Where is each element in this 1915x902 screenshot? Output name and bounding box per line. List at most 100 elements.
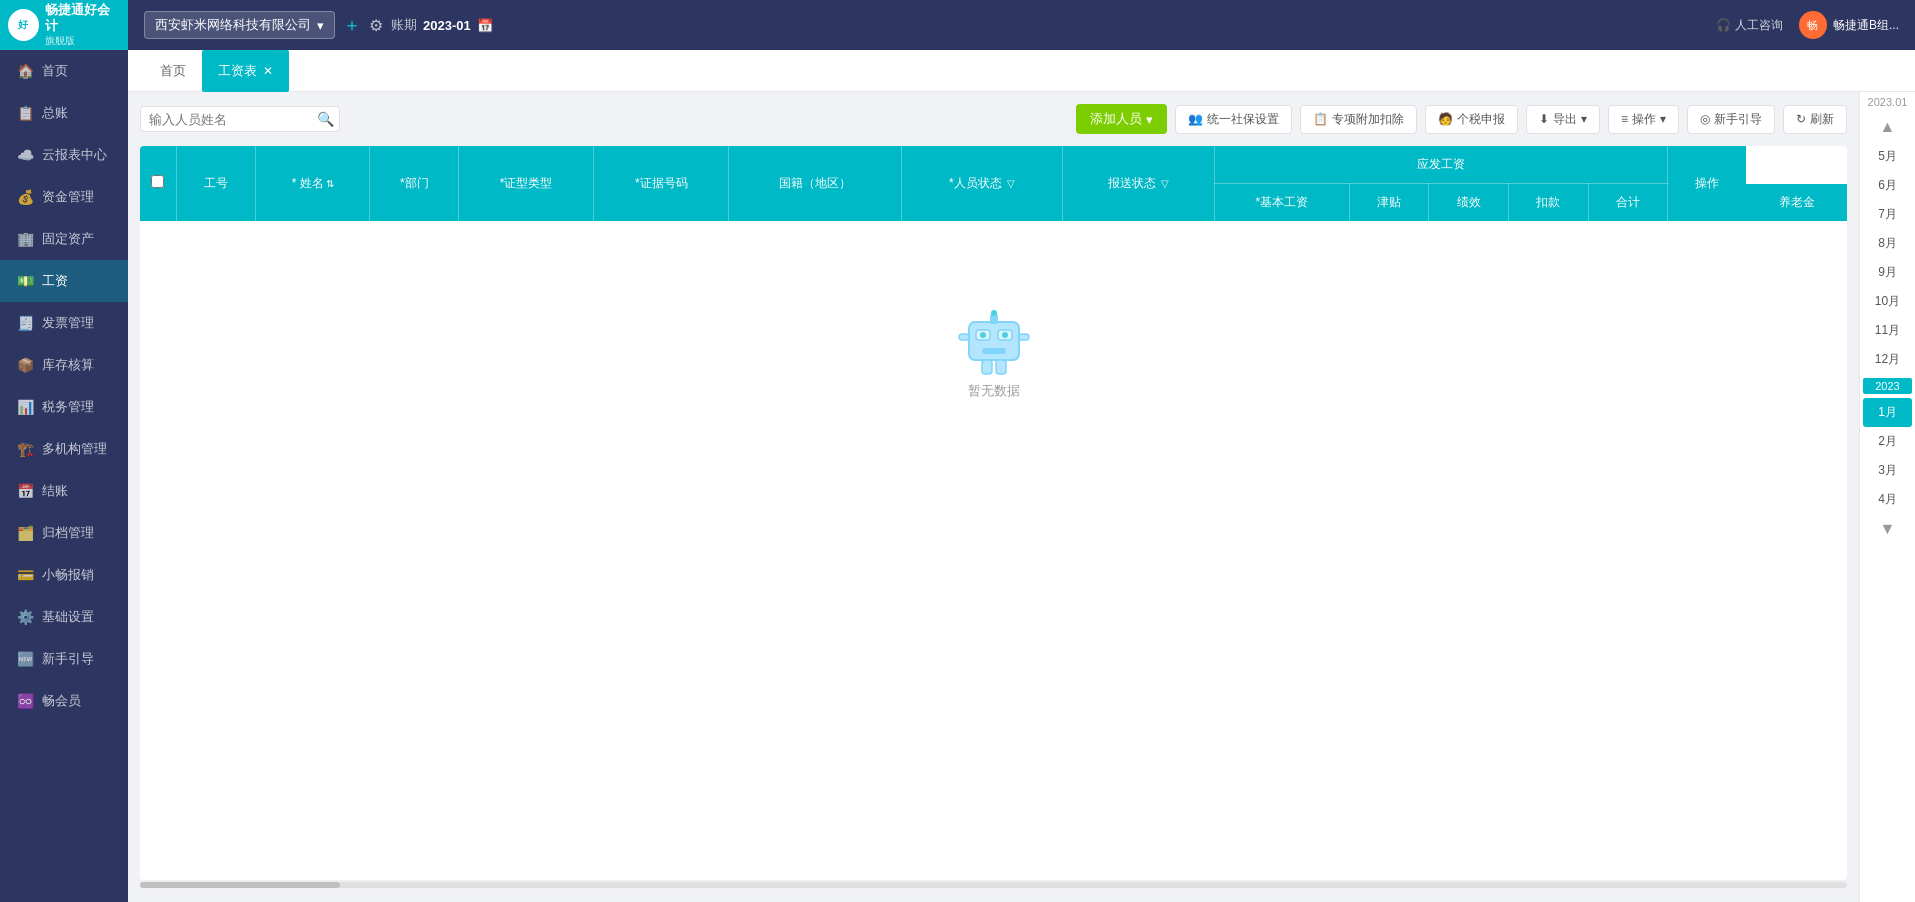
empty-text: 暂无数据 [968, 382, 1020, 400]
social-security-button[interactable]: 👥 统一社保设置 [1175, 105, 1292, 134]
topbar: 西安虾米网络科技有限公司 ▾ ＋ ⚙ 账期 2023-01 📅 🎧 人工咨询 畅… [128, 0, 1915, 50]
th-deduction: 扣款 [1509, 184, 1589, 222]
deduction-icon: 📋 [1313, 112, 1328, 126]
topbar-period: 账期 2023-01 📅 [391, 16, 493, 34]
submit-filter-icon[interactable]: ▽ [1161, 178, 1169, 189]
tab-salary[interactable]: 工资表 ✕ [202, 50, 289, 92]
sidebar-item-fund[interactable]: 💰 资金管理 [0, 176, 128, 218]
sidebar: 好 畅捷通好会计 旗舰版 🏠 首页 📋 总账 ☁️ 云报表中心 💰 资金管理 🏢… [0, 0, 128, 902]
avatar-image: 畅 [1799, 11, 1827, 39]
date-month-6[interactable]: 6月 [1863, 171, 1913, 200]
date-month-2[interactable]: 2月 [1863, 427, 1913, 456]
salary-area: 🔍 添加人员 ▾ 👥 统一社保设置 📋 专项附加扣除 [128, 92, 1859, 902]
date-month-9[interactable]: 9月 [1863, 258, 1913, 287]
settings-gear-icon[interactable]: ⚙ [369, 16, 383, 35]
tab-salary-close[interactable]: ✕ [263, 64, 273, 78]
th-id-number: *证据号码 [594, 146, 729, 221]
date-month-7[interactable]: 7月 [1863, 200, 1913, 229]
sidebar-label-expense: 小畅报销 [42, 566, 94, 584]
date-month-8[interactable]: 8月 [1863, 229, 1913, 258]
search-icon: 🔍 [317, 111, 334, 127]
th-base-salary: *基本工资 [1214, 184, 1349, 222]
sidebar-icon-salary: 💵 [16, 273, 34, 289]
sidebar-label-member: 畅会员 [42, 692, 81, 710]
th-allowance: 津贴 [1349, 184, 1429, 222]
th-total: 合计 [1588, 184, 1668, 222]
date-month-3[interactable]: 3月 [1863, 456, 1913, 485]
date-panel-up[interactable]: ▲ [1860, 112, 1915, 142]
operations-button[interactable]: ≡ 操作 ▾ [1608, 105, 1679, 134]
th-payroll-group: 应发工资 [1214, 146, 1667, 184]
calendar-icon[interactable]: 📅 [477, 18, 493, 33]
sidebar-item-archive[interactable]: 🗂️ 归档管理 [0, 512, 128, 554]
sidebar-icon-guide: 🆕 [16, 651, 34, 667]
year-2023-badge: 2023 [1863, 378, 1913, 394]
date-panel-down[interactable]: ▼ [1860, 514, 1915, 544]
sidebar-icon-expense: 💳 [16, 567, 34, 583]
tax-icon: 🧑 [1438, 112, 1453, 126]
date-month-1[interactable]: 1月 [1863, 398, 1913, 427]
refresh-button[interactable]: ↻ 刷新 [1783, 105, 1847, 134]
sidebar-item-close[interactable]: 📅 结账 [0, 470, 128, 512]
scrollbar-track[interactable] [140, 882, 1847, 888]
th-dept: *部门 [370, 146, 459, 221]
sidebar-item-ledger[interactable]: 📋 总账 [0, 92, 128, 134]
sidebar-item-home[interactable]: 🏠 首页 [0, 50, 128, 92]
sidebar-label-multi-org: 多机构管理 [42, 440, 107, 458]
search-box[interactable]: 🔍 [140, 106, 340, 132]
sidebar-item-invoice[interactable]: 🧾 发票管理 [0, 302, 128, 344]
sidebar-item-member[interactable]: ♾️ 畅会员 [0, 680, 128, 722]
svg-point-4 [1002, 332, 1008, 338]
name-sort-icon[interactable]: ⇅ [326, 178, 334, 189]
sidebar-label-inventory: 库存核算 [42, 356, 94, 374]
sidebar-item-fixed-assets[interactable]: 🏢 固定资产 [0, 218, 128, 260]
th-nationality: 国籍（地区） [729, 146, 902, 221]
search-input[interactable] [149, 112, 317, 127]
add-person-button[interactable]: 添加人员 ▾ [1076, 104, 1167, 134]
tab-home[interactable]: 首页 [144, 50, 202, 92]
sidebar-item-multi-org[interactable]: 🏗️ 多机构管理 [0, 428, 128, 470]
export-dropdown-icon: ▾ [1581, 112, 1587, 126]
special-deduction-button[interactable]: 📋 专项附加扣除 [1300, 105, 1417, 134]
date-month-11[interactable]: 11月 [1863, 316, 1913, 345]
sidebar-item-inventory[interactable]: 📦 库存核算 [0, 344, 128, 386]
sidebar-label-ledger: 总账 [42, 104, 68, 122]
date-month-10[interactable]: 10月 [1863, 287, 1913, 316]
sidebar-icon-multi-org: 🏗️ [16, 441, 34, 457]
add-person-label: 添加人员 [1090, 110, 1142, 128]
svg-rect-10 [982, 360, 992, 374]
topbar-left: 西安虾米网络科技有限公司 ▾ ＋ ⚙ 账期 2023-01 📅 [144, 11, 493, 39]
select-all-checkbox[interactable] [151, 175, 164, 188]
date-month-5[interactable]: 5月 [1863, 142, 1913, 171]
guide-button[interactable]: ◎ 新手引导 [1687, 105, 1775, 134]
toolbar-actions: 添加人员 ▾ 👥 统一社保设置 📋 专项附加扣除 🧑 [1076, 104, 1847, 134]
headset-icon: 🎧 [1716, 18, 1731, 32]
th-performance: 绩效 [1429, 184, 1509, 222]
date-month-12[interactable]: 12月 [1863, 345, 1913, 374]
ops-dropdown-icon: ▾ [1660, 112, 1666, 126]
app-logo-text: 畅捷通好会计 旗舰版 [45, 2, 120, 47]
th-submit-status: 报送状态 ▽ [1062, 146, 1214, 221]
date-month-4[interactable]: 4月 [1863, 485, 1913, 514]
sidebar-nav: 🏠 首页 📋 总账 ☁️ 云报表中心 💰 资金管理 🏢 固定资产 💵 工资 🧾 … [0, 50, 128, 902]
export-icon: ⬇ [1539, 112, 1549, 126]
user-avatar[interactable]: 畅 畅捷通B组... [1799, 11, 1899, 39]
sidebar-item-tax[interactable]: 📊 税务管理 [0, 386, 128, 428]
sidebar-label-home: 首页 [42, 62, 68, 80]
sidebar-item-salary[interactable]: 💵 工资 [0, 260, 128, 302]
add-company-icon[interactable]: ＋ [343, 13, 361, 37]
personal-tax-button[interactable]: 🧑 个税申报 [1425, 105, 1518, 134]
sidebar-label-archive: 归档管理 [42, 524, 94, 542]
sidebar-item-cloud-report[interactable]: ☁️ 云报表中心 [0, 134, 128, 176]
sidebar-item-settings[interactable]: ⚙️ 基础设置 [0, 596, 128, 638]
scrollbar-thumb[interactable] [140, 882, 340, 888]
svg-rect-9 [1019, 334, 1029, 340]
sidebar-item-expense[interactable]: 💳 小畅报销 [0, 554, 128, 596]
sidebar-item-guide[interactable]: 🆕 新手引导 [0, 638, 128, 680]
sidebar-label-fixed-assets: 固定资产 [42, 230, 94, 248]
service-button[interactable]: 🎧 人工咨询 [1716, 17, 1783, 34]
export-button[interactable]: ⬇ 导出 ▾ [1526, 105, 1600, 134]
company-selector[interactable]: 西安虾米网络科技有限公司 ▾ [144, 11, 335, 39]
status-filter-icon[interactable]: ▽ [1007, 178, 1015, 189]
svg-point-7 [991, 310, 997, 316]
